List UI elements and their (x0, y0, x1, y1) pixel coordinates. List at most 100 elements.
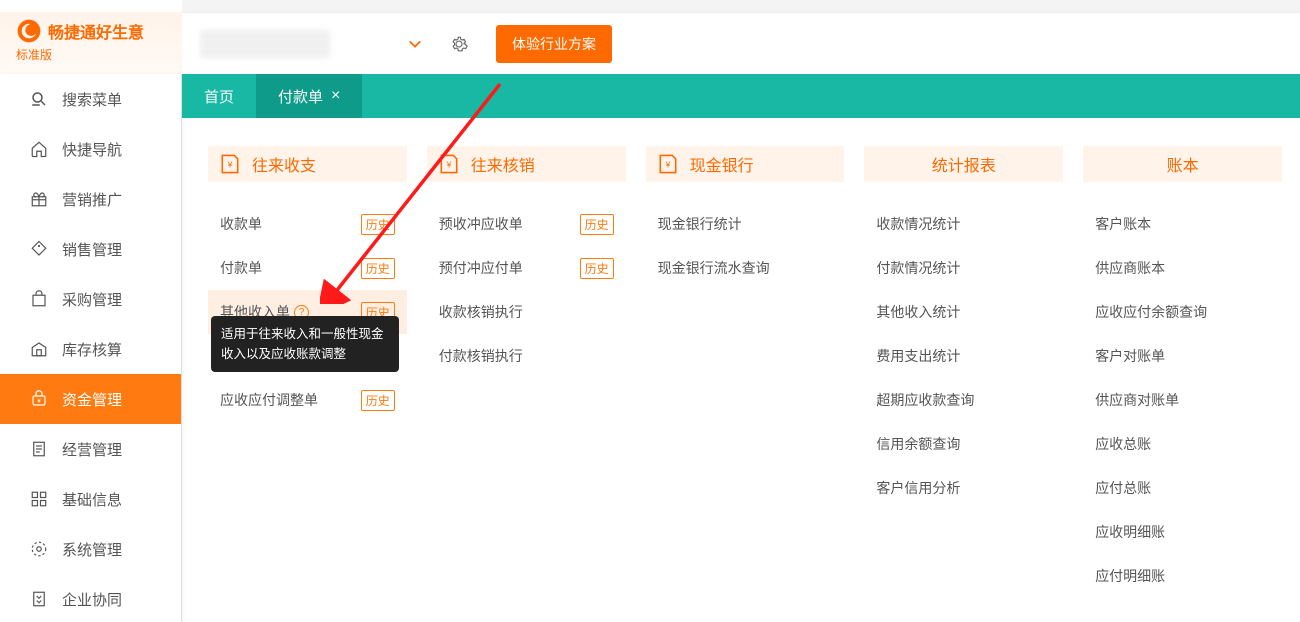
menu-column: ¥ 现金银行现金银行统计现金银行流水查询 (646, 146, 845, 598)
column-header: ¥ 往来核销 (427, 146, 626, 182)
close-icon[interactable]: × (331, 87, 340, 105)
menu-item-label: 收款核销执行 (439, 302, 523, 322)
menu-item-label: 应付总账 (1095, 478, 1151, 498)
tab-bar: 首页 付款单 × (182, 74, 1300, 118)
sidebar-item-fund[interactable]: ¥资金管理 (0, 374, 181, 424)
menu-column: ¥往来收支收款单历史付款单历史其他收入单?历史费用单历史银行存取款单历史应收应付… (208, 146, 407, 598)
tab-label: 付款单 (278, 86, 323, 107)
menu-item[interactable]: 付款情况统计 (864, 246, 1063, 290)
sidebar-item-grid[interactable]: 基础信息 (0, 474, 181, 524)
tab-label: 首页 (204, 86, 234, 107)
menu-column: 统计报表收款情况统计付款情况统计其他收入统计费用支出统计超期应收款查询信用余额查… (864, 146, 1063, 598)
sidebar-item-label: 营销推广 (62, 189, 122, 210)
svg-text:¥: ¥ (227, 159, 233, 169)
history-badge[interactable]: 历史 (361, 258, 395, 279)
menu-item[interactable]: 客户信用分析 (864, 466, 1063, 510)
menu-column: 账本客户账本供应商账本应收应付余额查询客户对账单供应商对账单应收总账应付总账应收… (1083, 146, 1282, 598)
menu-item[interactable]: 供应商账本 (1083, 246, 1282, 290)
sidebar-item-collab[interactable]: 企业协同 (0, 574, 181, 622)
logo-icon (16, 18, 42, 44)
history-badge[interactable]: 历史 (361, 214, 395, 235)
column-title: 现金银行 (690, 152, 754, 176)
sidebar-item-bag[interactable]: 采购管理 (0, 274, 181, 324)
sidebar-item-gift[interactable]: 营销推广 (0, 174, 181, 224)
menu-item[interactable]: 应收明细账 (1083, 510, 1282, 554)
brand-edition: 标准版 (16, 46, 52, 63)
menu-item[interactable]: 客户账本 (1083, 202, 1282, 246)
fund-icon: ¥ (30, 390, 48, 408)
sidebar-item-stock[interactable]: 库存核算 (0, 324, 181, 374)
svg-text:¥: ¥ (445, 159, 451, 169)
menu-item[interactable]: 费用支出统计 (864, 334, 1063, 378)
menu-item[interactable]: 预付冲应付单 历史 (427, 246, 626, 290)
tooltip: 适用于往来收入和一般性现金收入以及应收账款调整 (211, 316, 399, 372)
sidebar-item-label: 基础信息 (62, 489, 122, 510)
menu-item-label: 信用余额查询 (876, 434, 960, 454)
menu-item-label: 客户对账单 (1095, 346, 1165, 366)
menu-item[interactable]: 现金银行统计 (646, 202, 845, 246)
sidebar-item-search[interactable]: 搜索菜单 (0, 74, 181, 124)
menu-item-label: 预付冲应付单 (439, 258, 523, 278)
menu-item[interactable]: 应收应付调整单 历史 (208, 378, 407, 422)
menu-item[interactable]: 付款单 历史 (208, 246, 407, 290)
menu-item-label: 付款单 (220, 258, 262, 278)
menu-item-label: 供应商对账单 (1095, 390, 1179, 410)
menu-item-label: 应付明细账 (1095, 566, 1165, 586)
column-header: ¥ 现金银行 (646, 146, 845, 182)
menu-item[interactable]: 应收应付余额查询 (1083, 290, 1282, 334)
menu-item[interactable]: 信用余额查询 (864, 422, 1063, 466)
tab[interactable]: 首页 (182, 74, 256, 118)
menu-list: 客户账本供应商账本应收应付余额查询客户对账单供应商对账单应收总账应付总账应收明细… (1083, 202, 1282, 598)
sidebar-item-label: 企业协同 (62, 589, 122, 610)
menu-item[interactable]: 其他收入统计 (864, 290, 1063, 334)
menu-item[interactable]: 收款单 历史 (208, 202, 407, 246)
document-icon: ¥ (437, 152, 461, 176)
menu-item-label: 付款情况统计 (876, 258, 960, 278)
menu-item-label: 应收应付调整单 (220, 390, 318, 410)
menu-item-label: 应收总账 (1095, 434, 1151, 454)
app-header: 畅捷通好生意 标准版 体验行业方案 (0, 12, 1300, 74)
sidebar-item-label: 搜索菜单 (62, 89, 122, 110)
menu-item[interactable]: 付款核销执行 (427, 334, 626, 378)
tab[interactable]: 付款单 × (256, 74, 362, 118)
sidebar-item-label: 库存核算 (62, 339, 122, 360)
menu-item[interactable]: 现金银行流水查询 (646, 246, 845, 290)
menu-item[interactable]: 客户对账单 (1083, 334, 1282, 378)
sidebar-item-home[interactable]: 快捷导航 (0, 124, 181, 174)
sidebar-item-label: 销售管理 (62, 239, 122, 260)
menu-item[interactable]: 供应商对账单 (1083, 378, 1282, 422)
svg-text:¥: ¥ (37, 399, 41, 405)
menu-item-label: 客户账本 (1095, 214, 1151, 234)
menu-item[interactable]: 应收总账 (1083, 422, 1282, 466)
menu-item-label: 付款核销执行 (439, 346, 523, 366)
column-title: 往来核销 (471, 152, 535, 176)
header-content: 体验行业方案 (182, 12, 1300, 74)
chevron-down-icon[interactable] (406, 35, 424, 53)
menu-item[interactable]: 收款情况统计 (864, 202, 1063, 246)
gear-icon[interactable] (450, 35, 468, 53)
sidebar-item-label: 经营管理 (62, 439, 122, 460)
menu-item[interactable]: 应付明细账 (1083, 554, 1282, 598)
history-badge[interactable]: 历史 (580, 258, 614, 279)
column-header: ¥往来收支 (208, 146, 407, 182)
menu-item-label: 其他收入统计 (876, 302, 960, 322)
search-icon (30, 90, 48, 108)
sidebar-item-doc[interactable]: 经营管理 (0, 424, 181, 474)
brand-block: 畅捷通好生意 标准版 (0, 12, 182, 74)
menu-item[interactable]: 收款核销执行 (427, 290, 626, 334)
column-title: 统计报表 (932, 152, 996, 176)
sidebar-item-tag[interactable]: 销售管理 (0, 224, 181, 274)
menu-item[interactable]: 应付总账 (1083, 466, 1282, 510)
menu-item-label: 现金银行统计 (658, 214, 742, 234)
history-badge[interactable]: 历史 (580, 214, 614, 235)
sidebar-item-sys[interactable]: 系统管理 (0, 524, 181, 574)
svg-text:¥: ¥ (664, 159, 670, 169)
stock-icon (30, 340, 48, 358)
cta-button[interactable]: 体验行业方案 (496, 25, 612, 63)
history-badge[interactable]: 历史 (361, 390, 395, 411)
sys-icon (30, 540, 48, 558)
menu-item-label: 收款单 (220, 214, 262, 234)
menu-item[interactable]: 预收冲应收单历史 (427, 202, 626, 246)
menu-item-label: 客户信用分析 (876, 478, 960, 498)
menu-item[interactable]: 超期应收款查询 (864, 378, 1063, 422)
